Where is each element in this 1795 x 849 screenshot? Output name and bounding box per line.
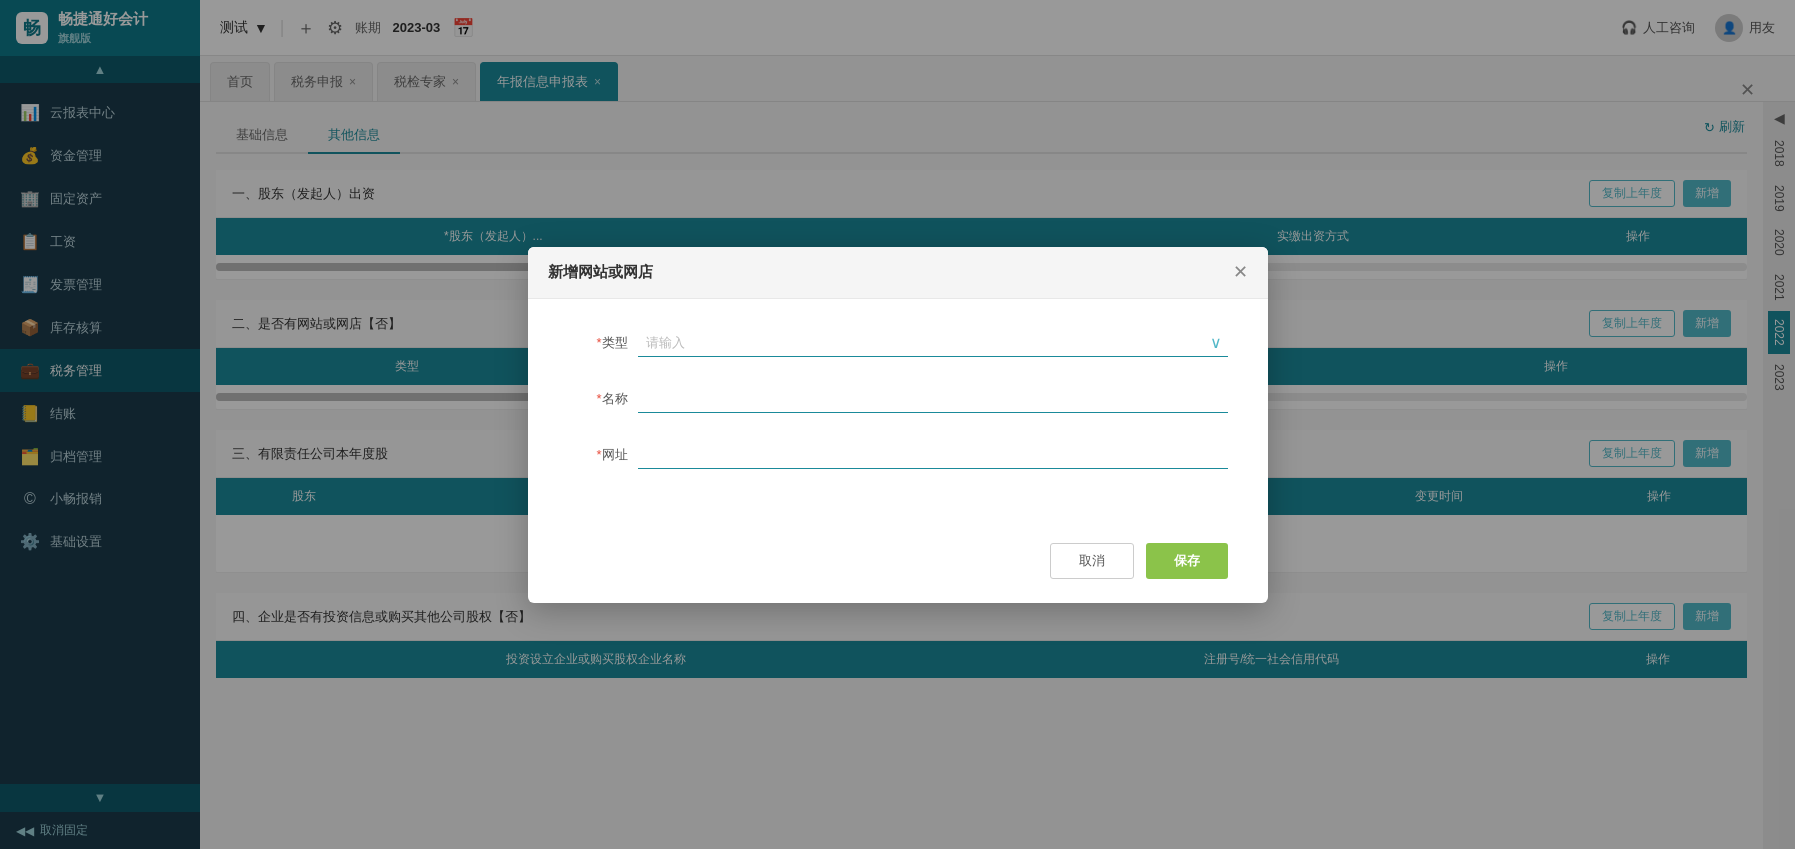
modal-footer: 取消 保存 [528, 527, 1268, 603]
name-label: *名称 [568, 390, 628, 408]
save-button[interactable]: 保存 [1146, 543, 1228, 579]
name-input[interactable] [638, 385, 1228, 412]
url-required-star: * [596, 447, 601, 462]
type-label: *类型 [568, 334, 628, 352]
cancel-button[interactable]: 取消 [1050, 543, 1134, 579]
modal-body: *类型 ∨ *名称 *网址 [528, 299, 1268, 527]
modal-header: 新增网站或网店 ✕ [528, 247, 1268, 299]
modal-title: 新增网站或网店 [548, 263, 653, 282]
type-dropdown-icon[interactable]: ∨ [1210, 333, 1228, 352]
name-required-star: * [596, 391, 601, 406]
modal-close-button[interactable]: ✕ [1233, 263, 1248, 281]
url-label: *网址 [568, 446, 628, 464]
add-website-modal: 新增网站或网店 ✕ *类型 ∨ *名称 [528, 247, 1268, 603]
type-required-star: * [596, 335, 601, 350]
form-field-type: *类型 ∨ [568, 329, 1228, 357]
type-input-wrap: ∨ [638, 329, 1228, 357]
form-field-name: *名称 [568, 385, 1228, 413]
name-input-wrap [638, 385, 1228, 413]
modal-overlay[interactable]: 新增网站或网店 ✕ *类型 ∨ *名称 [0, 0, 1795, 849]
form-field-url: *网址 [568, 441, 1228, 469]
url-input[interactable] [638, 441, 1228, 468]
url-input-wrap [638, 441, 1228, 469]
type-input[interactable] [638, 329, 1210, 356]
